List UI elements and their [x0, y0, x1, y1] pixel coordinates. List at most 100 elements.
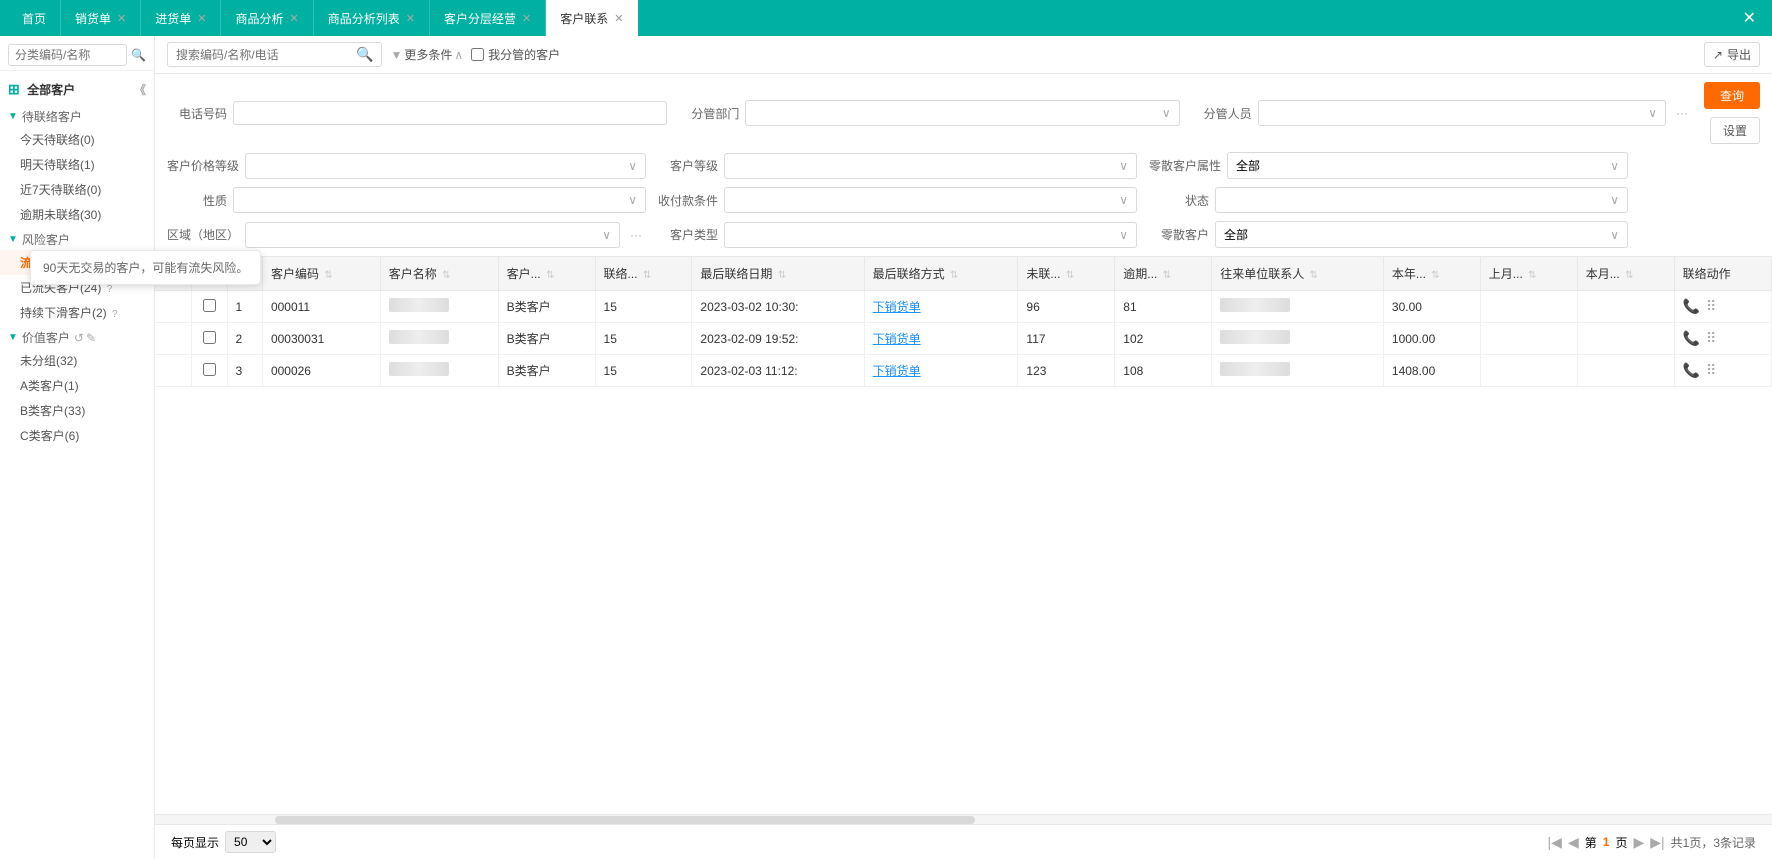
filter-more-btn[interactable]: ▼ 更多条件 ∧: [390, 46, 463, 63]
more-actions-icon[interactable]: ⠿: [1706, 362, 1716, 379]
th-last-contact-date[interactable]: 最后联络日期 ⇅: [692, 257, 864, 291]
tab-product-analysis-list[interactable]: 商品分析列表 ✕: [314, 0, 430, 36]
tab-purchase-order[interactable]: 进货单 ✕: [141, 0, 221, 36]
collapse-icon[interactable]: 《: [134, 81, 146, 98]
contact-icon[interactable]: 📞: [1683, 298, 1700, 315]
sidebar-item-class-a[interactable]: A类客户(1): [0, 373, 154, 398]
td-checkbox[interactable]: [191, 291, 227, 323]
per-page-select[interactable]: 50 100 200: [225, 831, 276, 853]
th-this-year[interactable]: 本年... ⇅: [1383, 257, 1480, 291]
close-icon[interactable]: ✕: [117, 12, 126, 25]
tab-customer-tier[interactable]: 客户分层经营 ✕: [430, 0, 546, 36]
th-contact[interactable]: 联络... ⇅: [595, 257, 692, 291]
sidebar-item-class-c[interactable]: C类客户(6): [0, 423, 154, 448]
td-last-contact-method[interactable]: 下销货单: [864, 355, 1018, 387]
my-customers-checkbox[interactable]: 我分管的客户: [471, 46, 560, 63]
filter-retail: 零散客户 全部 ∨: [1149, 221, 1628, 248]
sidebar-item-7days[interactable]: 近7天待联络(0): [0, 177, 154, 202]
td-contact: 15: [595, 323, 692, 355]
th-type[interactable]: 客户... ⇅: [498, 257, 595, 291]
chevron-down-icon: ∧: [454, 48, 463, 62]
search-icon[interactable]: 🔍: [356, 46, 373, 63]
close-icon[interactable]: ✕: [197, 12, 206, 25]
more-actions-icon[interactable]: ⠿: [1706, 330, 1716, 347]
filter-region-select[interactable]: ∨: [245, 222, 620, 248]
next-page-button[interactable]: ▶: [1633, 834, 1644, 851]
filter-payment-select[interactable]: ∨: [724, 187, 1137, 213]
th-code[interactable]: 客户编码 ⇅: [262, 257, 380, 291]
th-name[interactable]: 客户名称 ⇅: [380, 257, 498, 291]
filter-retail-attr: 零散客户属性 全部 ∨: [1149, 152, 1628, 179]
arrow-icon: ▼: [8, 332, 18, 343]
row-checkbox[interactable]: [203, 363, 216, 376]
sidebar-section-risk[interactable]: ▼ 风险客户: [0, 227, 154, 250]
my-customers-check[interactable]: [471, 48, 484, 61]
last-page-button[interactable]: ▶|: [1650, 834, 1664, 851]
sidebar-item-overdue-contact[interactable]: 逾期未联络(30): [0, 202, 154, 227]
sidebar-item-class-b[interactable]: B类客户(33): [0, 398, 154, 423]
sidebar-root-label[interactable]: ⊞ 全部客户 《: [0, 75, 154, 104]
filter-retail-attr-select[interactable]: 全部 ∨: [1227, 152, 1628, 179]
td-last-contact-method[interactable]: 下销货单: [864, 323, 1018, 355]
export-button[interactable]: ↗ 导出: [1704, 42, 1760, 67]
close-icon[interactable]: ✕: [290, 12, 299, 25]
horizontal-scrollbar[interactable]: [155, 814, 1772, 824]
filter-nature-label: 性质: [167, 192, 227, 209]
td-checkbox[interactable]: [191, 355, 227, 387]
filter-customer-type: 客户类型 ∨: [658, 222, 1137, 248]
more-icon[interactable]: ···: [626, 228, 646, 242]
filter-price-select[interactable]: ∨: [245, 153, 646, 179]
sidebar-section-pending[interactable]: ▼ 待联络客户: [0, 104, 154, 127]
tab-customer-contact[interactable]: 客户联系 ✕: [546, 0, 638, 36]
content-area: 🔍 ▼ 更多条件 ∧ 我分管的客户 ↗ 导出: [155, 36, 1772, 859]
sidebar-search-input[interactable]: [8, 44, 127, 66]
chevron-down-icon: ∨: [1119, 159, 1128, 173]
more-icon[interactable]: ···: [1672, 106, 1692, 120]
filter-phone-input[interactable]: [233, 101, 667, 125]
filter-retail-select[interactable]: 全部 ∨: [1215, 221, 1628, 248]
contact-icon[interactable]: 📞: [1683, 330, 1700, 347]
row-checkbox[interactable]: [203, 299, 216, 312]
more-actions-icon[interactable]: ⠿: [1706, 298, 1716, 315]
tab-product-analysis[interactable]: 商品分析 ✕: [221, 0, 313, 36]
sidebar-item-today[interactable]: 今天待联络(0): [0, 127, 154, 152]
th-unit-contact[interactable]: 往来单位联系人 ⇅: [1212, 257, 1384, 291]
filter-tier-select[interactable]: ∨: [724, 153, 1137, 179]
td-checkbox[interactable]: [191, 323, 227, 355]
filter-person-select[interactable]: ∨: [1258, 100, 1666, 126]
close-icon[interactable]: ✕: [614, 12, 623, 25]
contact-icon[interactable]: 📞: [1683, 362, 1700, 379]
window-close-button[interactable]: ✕: [1735, 8, 1764, 28]
sidebar-section-value[interactable]: ▼ 价值客户 ↺ ✎: [0, 325, 154, 348]
sidebar-item-tomorrow[interactable]: 明天待联络(1): [0, 152, 154, 177]
search-icon[interactable]: 🔍: [131, 48, 146, 62]
prev-page-button[interactable]: ◀: [1568, 834, 1579, 851]
filter-nature-select[interactable]: ∨: [233, 187, 646, 213]
search-input[interactable]: [176, 48, 356, 62]
filter-dept-select[interactable]: ∨: [745, 100, 1179, 126]
filter-status: 状态 ∨: [1149, 187, 1628, 213]
td-last-contact-method[interactable]: 下销货单: [864, 291, 1018, 323]
filter-retail-attr-label: 零散客户属性: [1149, 157, 1221, 174]
tab-home[interactable]: 首页: [8, 0, 61, 36]
th-this-month[interactable]: 本月... ⇅: [1577, 257, 1674, 291]
scroll-thumb[interactable]: [275, 816, 975, 824]
query-button[interactable]: 查询: [1704, 82, 1760, 109]
filter-type-select[interactable]: ∨: [724, 222, 1137, 248]
close-icon[interactable]: ✕: [406, 12, 415, 25]
first-page-button[interactable]: |◀: [1548, 834, 1562, 851]
th-last-contact-method[interactable]: 最后联络方式 ⇅: [864, 257, 1018, 291]
th-uncontacted[interactable]: 未联... ⇅: [1018, 257, 1115, 291]
tab-sales-order[interactable]: 销货单 ✕: [61, 0, 141, 36]
filter-status-select[interactable]: ∨: [1215, 187, 1628, 213]
row-checkbox[interactable]: [203, 331, 216, 344]
th-overdue[interactable]: 逾期... ⇅: [1115, 257, 1212, 291]
filter-row-3: 性质 ∨ 收付款条件 ∨ 状态: [167, 187, 1760, 213]
filter-department: 分管部门 ∨: [679, 100, 1179, 126]
sidebar-item-declining[interactable]: 持续下滑客户(2) ?: [0, 300, 154, 325]
close-icon[interactable]: ✕: [522, 12, 531, 25]
sidebar-item-ungrouped[interactable]: 未分组(32): [0, 348, 154, 373]
th-last-month[interactable]: 上月... ⇅: [1480, 257, 1577, 291]
sort-icon: ⇅: [1431, 270, 1439, 281]
settings-button[interactable]: 设置: [1710, 117, 1760, 144]
